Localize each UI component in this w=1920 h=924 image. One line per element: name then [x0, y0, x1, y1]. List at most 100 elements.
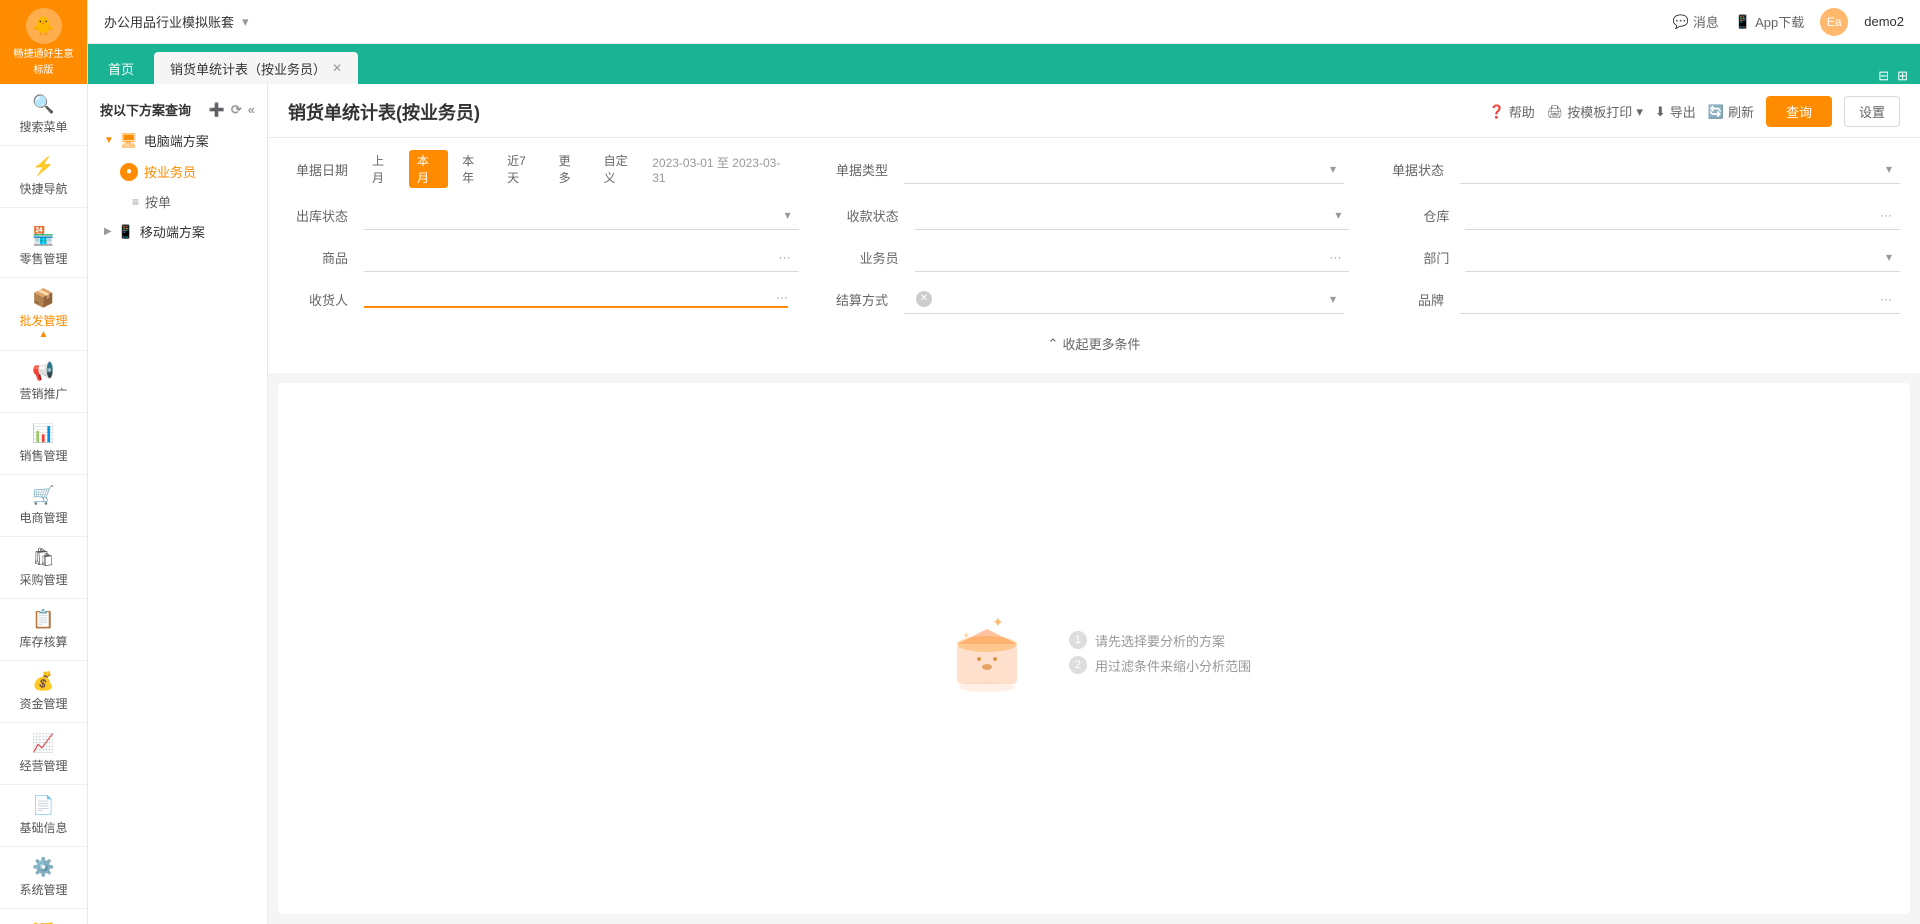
export-button[interactable]: ⬇ 导出: [1655, 102, 1696, 121]
warehouse-select[interactable]: ···: [1465, 200, 1900, 230]
sidebar-item-ecommerce[interactable]: 🛒 电商管理: [0, 475, 88, 537]
sidebar-label-operations: 经营管理: [19, 757, 67, 774]
goods-select[interactable]: ···: [364, 242, 799, 272]
help-button[interactable]: ❓ 帮助: [1489, 102, 1535, 121]
tree-mobile-label: 移动端方案: [140, 222, 205, 241]
retail-icon: 🏪: [32, 226, 54, 247]
empty-step-2-text: 用过滤条件来缩小分析范围: [1095, 656, 1251, 675]
date-label: 单据日期: [288, 160, 348, 179]
sidebar-label-finance: 资金管理: [19, 695, 67, 712]
tree-by-staff[interactable]: ● 按业务员: [88, 156, 267, 187]
filter-row-3: 商品 ··· 业务员 ··· 部门: [288, 242, 1900, 272]
date-tab-last-7days[interactable]: 近7天: [499, 150, 544, 188]
payment-arrow-icon: [1330, 291, 1336, 306]
tab-minimize-icon[interactable]: ⊟: [1878, 68, 1889, 84]
date-tab-current-year[interactable]: 本年: [454, 150, 493, 188]
sidebar-item-marketing[interactable]: 📢 营销推广: [0, 351, 88, 413]
date-tab-current-month[interactable]: 本月: [409, 150, 448, 188]
page-title-row: 销货单统计表(按业务员) ❓ 帮助 🖨 按模板打印 ▾ ⬇: [288, 96, 1900, 137]
date-tab-more[interactable]: 更多: [551, 150, 590, 188]
sidebar-item-quick-nav[interactable]: ⚡ 快捷导航: [0, 146, 88, 208]
receiver-dots-icon[interactable]: ···: [776, 290, 788, 304]
step-1-number: 1: [1069, 631, 1087, 649]
tabbar-right: ⊟ ⊞: [1878, 68, 1920, 84]
order-icon: ≡: [132, 195, 139, 209]
collapse-button[interactable]: ⌃ 收起更多条件: [288, 326, 1900, 361]
tree-by-order[interactable]: ≡ 按单: [88, 187, 267, 216]
add-scheme-icon[interactable]: ➕: [209, 102, 225, 118]
tab-maximize-icon[interactable]: ⊞: [1897, 68, 1908, 84]
svg-text:✦: ✦: [962, 631, 970, 642]
refresh-button[interactable]: 🔄 刷新: [1708, 102, 1754, 121]
doc-status-label: 单据状态: [1384, 160, 1444, 179]
receipt-status-select[interactable]: [915, 200, 1350, 230]
date-range-display: 2023-03-01 至 2023-03-31: [652, 154, 788, 185]
payment-clear-icon[interactable]: ✕: [916, 291, 932, 307]
tab-sales-stat[interactable]: 销货单统计表（按业务员） ✕: [154, 52, 358, 84]
filter-row-2: 出库状态 收款状态 仓库 ···: [288, 200, 1900, 230]
sidebar-item-retail[interactable]: 🏪 零售管理: [0, 216, 88, 278]
app-download-button[interactable]: 📱 App下载: [1735, 12, 1804, 31]
avatar[interactable]: Ea: [1820, 8, 1848, 36]
refresh-scheme-icon[interactable]: ⟳: [231, 102, 242, 118]
messages-button[interactable]: 💬 消息: [1673, 12, 1719, 31]
template-print-button[interactable]: 🖨 按模板打印 ▾: [1547, 102, 1643, 121]
app-logo[interactable]: 🐥 畅捷通好生意 标版: [0, 0, 88, 84]
sidebar-item-search[interactable]: 🔍 搜索菜单: [0, 84, 88, 146]
sidebar-item-system[interactable]: ⚙️ 系统管理: [0, 847, 88, 909]
tree-desktop-label: 电脑端方案: [144, 131, 209, 150]
sidebar-label-sales-mgmt: 销售管理: [19, 447, 67, 464]
out-status-select[interactable]: [364, 200, 799, 230]
out-status-label: 出库状态: [288, 206, 348, 225]
sidebar-item-operations[interactable]: 📈 经营管理: [0, 723, 88, 785]
sidebar-item-enterprise[interactable]: 🤝 企业协同: [0, 909, 88, 924]
out-status-arrow-icon: [785, 207, 791, 222]
empty-steps: 1 请先选择要分析的方案 2 用过滤条件来缩小分析范围: [1069, 631, 1251, 675]
purchase-icon: 🛍: [32, 547, 55, 568]
sales-stat-tab-label: 销货单统计表（按业务员）: [170, 59, 326, 78]
page-title: 销货单统计表(按业务员): [288, 99, 480, 125]
logo-icon: 🐥: [26, 8, 62, 44]
inventory-icon: 📋: [32, 609, 54, 630]
tab-close-icon[interactable]: ✕: [332, 61, 342, 75]
dept-select[interactable]: [1465, 242, 1900, 272]
filter-row-4: 收货人 ··· 结算方式 ✕ 品牌 ···: [288, 284, 1900, 314]
empty-state: ✦ ✦ 1 请先选择要分析的方案: [278, 383, 1910, 914]
sidebar-label-system: 系统管理: [19, 881, 67, 898]
payment-select[interactable]: ✕: [904, 284, 1344, 314]
sidebar-item-base-info[interactable]: 📄 基础信息: [0, 785, 88, 847]
sidebar-label-inventory: 库存核算: [19, 633, 67, 650]
collapse-panel-icon[interactable]: «: [248, 102, 255, 118]
home-tab-label: 首页: [108, 59, 134, 78]
print-icon: 🖨: [1547, 104, 1564, 120]
panel-header: 按以下方案查询 ➕ ⟳ «: [88, 94, 267, 125]
payment-label: 结算方式: [828, 290, 888, 309]
query-button[interactable]: 查询: [1766, 96, 1832, 127]
base-info-icon: 📄: [32, 795, 54, 816]
help-icon: ❓: [1489, 104, 1505, 120]
sidebar-item-purchase[interactable]: 🛍 采购管理: [0, 537, 88, 599]
tab-home[interactable]: 首页: [92, 52, 150, 84]
staff-select[interactable]: ···: [915, 242, 1350, 272]
tree-desktop-scheme[interactable]: ▼ 🖥 电脑端方案: [88, 125, 267, 156]
wholesale-icon: 📦: [32, 288, 54, 309]
doc-status-select[interactable]: [1460, 154, 1900, 184]
tree-mobile-scheme[interactable]: ▶ 📱 移动端方案: [88, 216, 267, 247]
settings-button[interactable]: 设置: [1844, 96, 1900, 127]
app-subtitle: 标版: [34, 61, 54, 76]
date-tab-custom[interactable]: 自定义: [596, 150, 647, 188]
topbar-left: 办公用品行业模拟账套 ▾: [104, 12, 249, 31]
sidebar-item-inventory[interactable]: 📋 库存核算: [0, 599, 88, 661]
brand-select[interactable]: ···: [1460, 284, 1900, 314]
desktop-icon: 🖥: [120, 132, 138, 149]
ecommerce-icon: 🛒: [32, 485, 54, 506]
date-tab-last-month[interactable]: 上月: [364, 150, 403, 188]
sidebar-item-finance[interactable]: 💰 资金管理: [0, 661, 88, 723]
mobile-icon: 📱: [118, 224, 134, 240]
doc-type-select[interactable]: [904, 154, 1344, 184]
doc-status-arrow-icon: [1886, 161, 1892, 176]
sidebar-item-sales-mgmt[interactable]: 📊 销售管理: [0, 413, 88, 475]
brand-label: 品牌: [1384, 290, 1444, 309]
sidebar-item-wholesale[interactable]: 📦 批发管理 ▲: [0, 278, 88, 351]
dropdown-arrow-icon[interactable]: ▾: [242, 14, 249, 30]
